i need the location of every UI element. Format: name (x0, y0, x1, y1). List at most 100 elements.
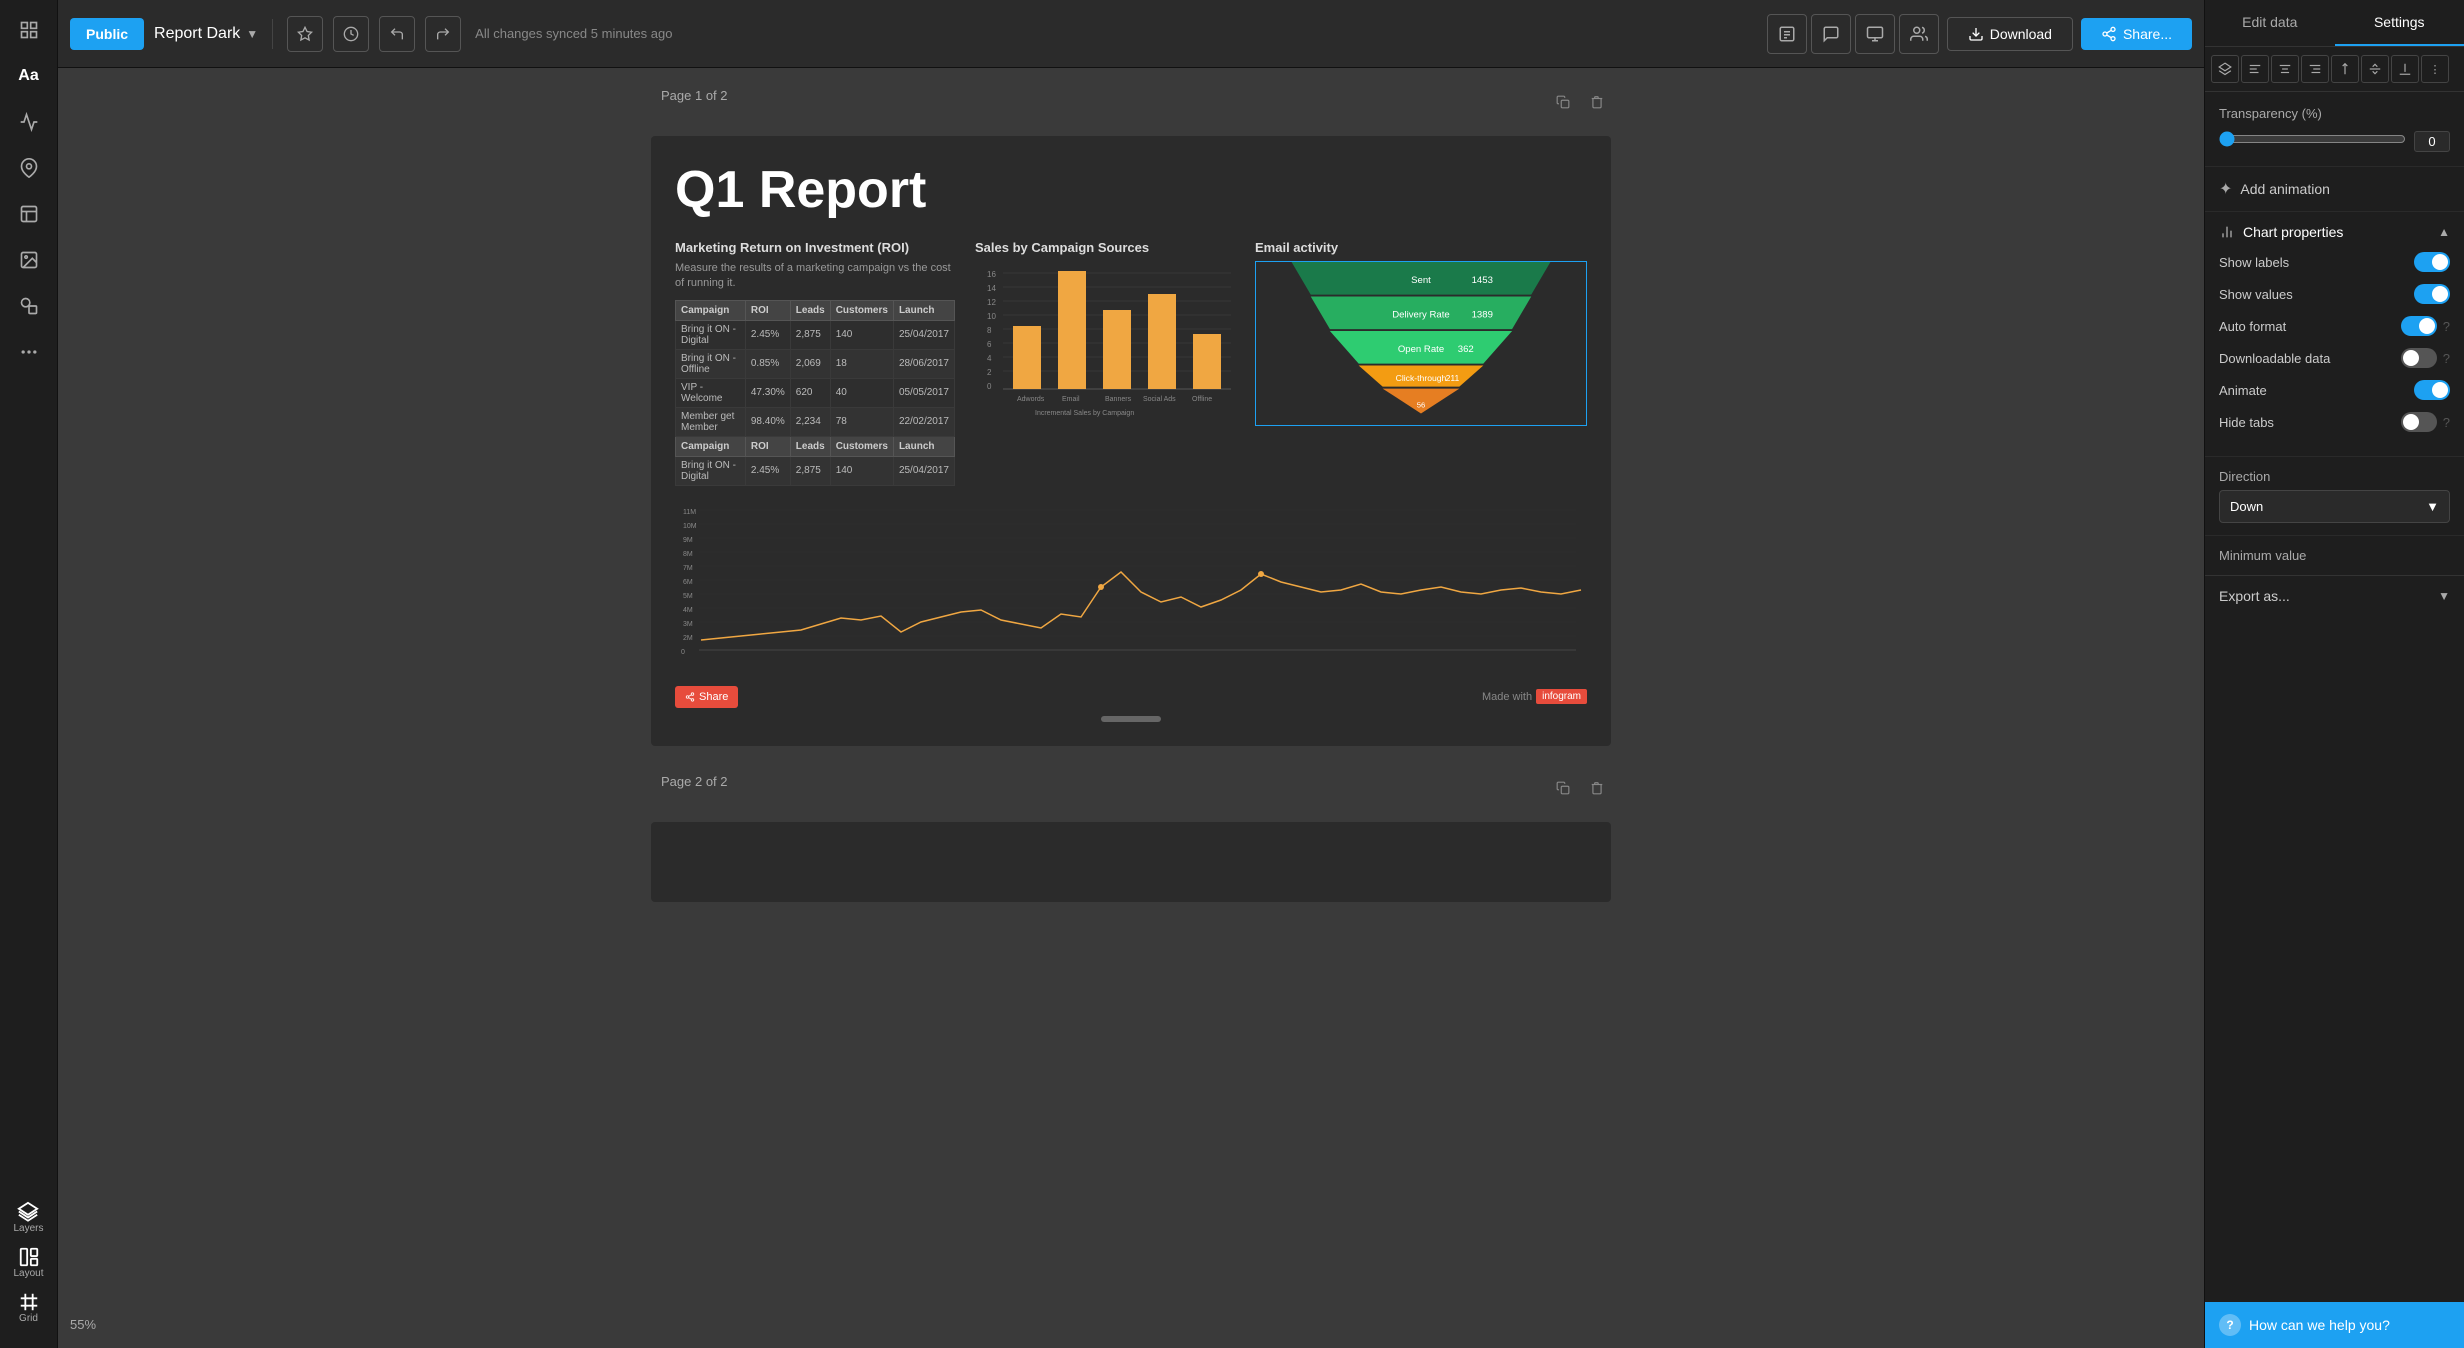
chart-properties-section: Chart properties ▲ Show labels Show valu… (2205, 212, 2464, 457)
auto-format-help-icon[interactable]: ? (2443, 319, 2450, 334)
show-values-row: Show values (2219, 284, 2450, 304)
history-btn[interactable] (333, 16, 369, 52)
show-values-toggle[interactable] (2414, 284, 2450, 304)
table-cell: 25/04/2017 (893, 456, 954, 485)
export-section[interactable]: Export as... ▼ (2205, 575, 2464, 616)
roi-title: Marketing Return on Investment (ROI) (675, 240, 955, 255)
sidebar-layout-btn[interactable]: Layout (7, 1240, 49, 1285)
table-header-cell: Customers (830, 436, 893, 456)
report-title-text: Report Dark (154, 25, 240, 43)
made-with-infogram: Made with infogram (1482, 689, 1587, 704)
hide-tabs-help-icon[interactable]: ? (2443, 415, 2450, 430)
page-footer: Share Made with infogram (675, 678, 1587, 708)
auto-format-knob (2419, 318, 2435, 334)
preview-btn[interactable] (1855, 14, 1895, 54)
tab-edit-data[interactable]: Edit data (2205, 0, 2335, 46)
undo-btn[interactable] (379, 16, 415, 52)
sync-status: All changes synced 5 minutes ago (475, 26, 672, 41)
hide-tabs-label: Hide tabs (2219, 415, 2274, 430)
table-cell: Bring it ON - Digital (676, 320, 746, 349)
svg-text:2: 2 (987, 368, 992, 377)
layout-label: Layout (13, 1268, 43, 1279)
transparency-value: 0 (2414, 131, 2450, 152)
sidebar-icon-chart[interactable] (9, 102, 49, 142)
downloadable-knob (2403, 350, 2419, 366)
add-animation-btn[interactable]: ✦ Add animation (2205, 167, 2464, 212)
table-row: Bring it ON - Offline0.85%2,0691828/06/2… (676, 349, 955, 378)
hide-tabs-toggle[interactable] (2401, 412, 2437, 432)
transparency-slider[interactable] (2219, 131, 2406, 147)
tool-valign-top[interactable] (2331, 55, 2359, 83)
tool-layers[interactable] (2211, 55, 2239, 83)
page2-delete-btn[interactable] (1583, 774, 1611, 802)
th-leads: Leads (790, 300, 830, 320)
svg-text:8: 8 (987, 326, 992, 335)
page1-container[interactable]: Q1 Report Marketing Return on Investment… (651, 136, 1611, 746)
page2-duplicate-btn[interactable] (1549, 774, 1577, 802)
downloadable-label: Downloadable data (2219, 351, 2330, 366)
sidebar-icon-image[interactable] (9, 240, 49, 280)
table-row: CampaignROILeadsCustomersLaunch (676, 436, 955, 456)
report-title-dropdown[interactable]: Report Dark ▼ (154, 25, 258, 43)
downloadable-toggle[interactable] (2401, 348, 2437, 368)
svg-text:Click-through: Click-through (1396, 373, 1447, 383)
sidebar-icon-more[interactable] (9, 332, 49, 372)
th-customers: Customers (830, 300, 893, 320)
page2-container[interactable] (651, 822, 1611, 902)
page1-delete-btn[interactable] (1583, 88, 1611, 116)
table-cell: Bring it ON - Offline (676, 349, 746, 378)
sidebar-icon-text[interactable]: Aa (9, 56, 49, 96)
topbar-divider (272, 19, 273, 49)
share-button[interactable]: Share... (2081, 18, 2192, 50)
share-small-btn[interactable]: Share (675, 686, 738, 708)
comments-btn[interactable] (1811, 14, 1851, 54)
table-header-cell: ROI (745, 436, 790, 456)
page1-duplicate-btn[interactable] (1549, 88, 1577, 116)
direction-chevron: ▼ (2426, 499, 2439, 514)
svg-text:5M: 5M (683, 593, 693, 600)
auto-format-toggle[interactable] (2401, 316, 2437, 336)
table-header-cell: Campaign (676, 436, 746, 456)
svg-text:0: 0 (681, 649, 685, 656)
svg-text:Offline: Offline (1192, 396, 1212, 403)
bar-chart-section: Sales by Campaign Sources 16 14 12 10 8 … (975, 240, 1235, 486)
help-bar[interactable]: ? How can we help you? (2205, 1302, 2464, 1348)
sidebar-icon-home[interactable] (9, 10, 49, 50)
notes-btn[interactable] (1767, 14, 1807, 54)
sidebar-layers-btn[interactable]: Layers (7, 1195, 49, 1240)
add-animation-label: Add animation (2240, 181, 2330, 197)
table-cell: 40 (830, 378, 893, 407)
canvas-area[interactable]: Page 1 of 2 Q1 Report Marketing Return o… (58, 68, 2204, 1348)
download-button[interactable]: Download (1947, 17, 2073, 51)
chart-props-header[interactable]: Chart properties ▲ (2219, 224, 2450, 240)
hide-tabs-row: Hide tabs ? (2219, 412, 2450, 432)
public-button[interactable]: Public (70, 18, 144, 50)
design-btn[interactable] (287, 16, 323, 52)
tool-align-left[interactable] (2241, 55, 2269, 83)
th-campaign: Campaign (676, 300, 746, 320)
auto-format-label: Auto format (2219, 319, 2286, 334)
bar-chart-title: Sales by Campaign Sources (975, 240, 1235, 255)
animate-toggle[interactable] (2414, 380, 2450, 400)
team-btn[interactable] (1899, 14, 1939, 54)
sidebar-icon-layout[interactable] (9, 194, 49, 234)
downloadable-help-icon[interactable]: ? (2443, 351, 2450, 366)
panel-tabs: Edit data Settings (2205, 0, 2464, 47)
sidebar-icon-location[interactable] (9, 148, 49, 188)
tool-align-right[interactable] (2301, 55, 2329, 83)
sidebar-icon-shapes[interactable] (9, 286, 49, 326)
direction-value: Down (2230, 499, 2263, 514)
tab-settings[interactable]: Settings (2335, 0, 2464, 46)
show-labels-toggle[interactable] (2414, 252, 2450, 272)
direction-select[interactable]: Down ▼ (2219, 490, 2450, 523)
tool-align-center[interactable] (2271, 55, 2299, 83)
svg-text:6: 6 (987, 340, 992, 349)
tool-valign-middle[interactable] (2361, 55, 2389, 83)
sidebar-grid-btn[interactable]: Grid (12, 1285, 46, 1330)
redo-btn[interactable] (425, 16, 461, 52)
roi-table: Campaign ROI Leads Customers Launch Brin… (675, 300, 955, 486)
min-value-section: Minimum value (2205, 536, 2464, 575)
transparency-section: Transparency (%) 0 (2205, 92, 2464, 167)
tool-valign-bottom[interactable] (2391, 55, 2419, 83)
tool-more[interactable]: ⋮ (2421, 55, 2449, 83)
